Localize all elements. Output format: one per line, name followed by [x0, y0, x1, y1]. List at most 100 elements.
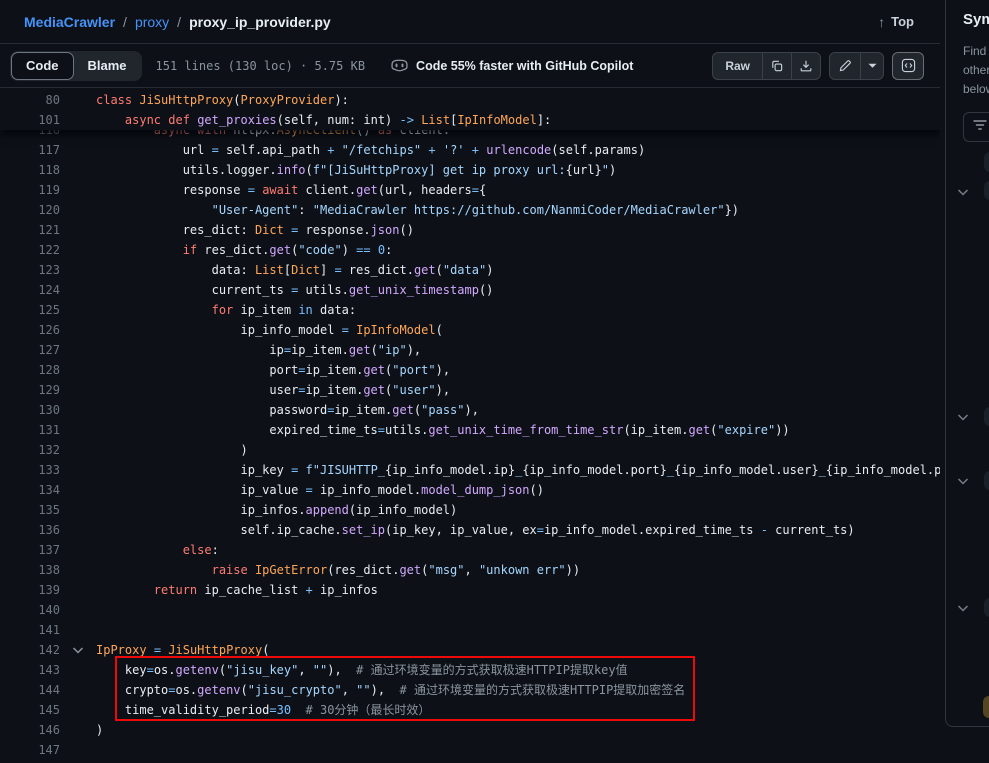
code-text: raise IpGetError(res_dict.get("msg", "un… [96, 560, 580, 580]
code-text: data: List[Dict] = res_dict.get("data") [96, 260, 493, 280]
symbol-chip[interactable] [984, 152, 989, 172]
line-number[interactable]: 123 [0, 260, 60, 280]
code-line: 129 user=ip_item.get("user"), [0, 380, 940, 400]
line-number[interactable]: 144 [0, 680, 60, 700]
breadcrumb-separator: / [123, 14, 127, 30]
line-number[interactable]: 145 [0, 700, 60, 720]
line-number[interactable]: 130 [0, 400, 60, 420]
line-number[interactable]: 128 [0, 360, 60, 380]
tab-blame[interactable]: Blame [74, 52, 141, 80]
scroll-to-top-label: Top [891, 14, 914, 29]
fold-toggle[interactable] [60, 646, 96, 655]
code-text: key=os.getenv("jisu_key", ""), # 通过环境变量的… [96, 660, 628, 680]
line-number[interactable]: 137 [0, 540, 60, 560]
code-text: ) [96, 720, 103, 740]
line-number[interactable]: 125 [0, 300, 60, 320]
file-view: MediaCrawler / proxy / proxy_ip_provider… [0, 0, 940, 763]
symbol-chip[interactable] [984, 407, 989, 426]
line-number[interactable]: 118 [0, 160, 60, 180]
code-text: password=ip_item.get("pass"), [96, 400, 479, 420]
code-text: self.ip_cache.set_ip(ip_key, ip_value, e… [96, 520, 855, 540]
copy-button[interactable] [762, 52, 792, 80]
line-number[interactable]: 129 [0, 380, 60, 400]
code-line: 136 self.ip_cache.set_ip(ip_key, ip_valu… [0, 520, 940, 540]
code-text: if res_dict.get("code") == 0: [96, 240, 392, 260]
chevron-down-icon[interactable] [957, 604, 969, 613]
line-number[interactable]: 135 [0, 500, 60, 520]
code-text: return ip_cache_list + ip_infos [96, 580, 378, 600]
code-line: 126 ip_info_model = IpInfoModel( [0, 320, 940, 340]
code-line: 137 else: [0, 540, 940, 560]
chevron-down-icon[interactable] [957, 413, 969, 422]
line-number[interactable]: 117 [0, 140, 60, 160]
line-number[interactable]: 127 [0, 340, 60, 360]
copilot-banner-label: Code 55% faster with GitHub Copilot [416, 59, 633, 73]
breadcrumb-repo-link[interactable]: MediaCrawler [24, 14, 115, 30]
code-text: ip_value = ip_info_model.model_dump_json… [96, 480, 544, 500]
line-number[interactable]: 122 [0, 240, 60, 260]
code-text: user=ip_item.get("user"), [96, 380, 450, 400]
line-number[interactable]: 124 [0, 280, 60, 300]
symbols-description-line: below or in the code. [963, 80, 989, 99]
line-number[interactable]: 119 [0, 180, 60, 200]
line-number[interactable]: 126 [0, 320, 60, 340]
symbol-chip-highlighted[interactable] [983, 696, 989, 718]
code-line: 134 ip_value = ip_info_model.model_dump_… [0, 480, 940, 500]
code-line: 101 async def get_proxies(self, num: int… [0, 110, 940, 130]
line-number[interactable]: 143 [0, 660, 60, 680]
chevron-down-icon[interactable] [957, 188, 969, 197]
line-number[interactable]: 80 [0, 90, 60, 110]
edit-button-group [829, 52, 884, 80]
code-text: async def get_proxies(self, num: int) ->… [96, 110, 551, 130]
code-line: 141 [0, 620, 940, 640]
code-text: time_validity_period=30 # 30分钟（最长时效） [96, 700, 430, 720]
breadcrumb-dir-link[interactable]: proxy [135, 14, 169, 30]
symbol-chip[interactable] [984, 471, 989, 490]
symbol-chip[interactable] [984, 181, 989, 200]
line-number[interactable]: 146 [0, 720, 60, 740]
line-number[interactable]: 101 [0, 110, 60, 130]
tab-code[interactable]: Code [11, 52, 74, 80]
filter-icon [973, 118, 987, 136]
code-line: 143 key=os.getenv("jisu_key", ""), # 通过环… [0, 660, 940, 680]
symbols-description-line: other symbols in this file by clicking a… [963, 61, 989, 80]
chevron-down-icon[interactable] [957, 477, 969, 486]
code-line: 132 ) [0, 440, 940, 460]
symbols-panel-toggle-button[interactable] [892, 52, 924, 80]
filter-symbols-button[interactable] [963, 112, 989, 142]
line-number[interactable]: 136 [0, 520, 60, 540]
line-number[interactable]: 121 [0, 220, 60, 240]
code-line: 118 utils.logger.info(f"[JiSuHttpProxy] … [0, 160, 940, 180]
edit-button[interactable] [829, 52, 861, 80]
code-text: expired_time_ts=utils.get_unix_time_from… [96, 420, 790, 440]
caret-down-icon [868, 63, 877, 69]
line-number[interactable]: 120 [0, 200, 60, 220]
edit-dropdown-button[interactable] [860, 52, 884, 80]
code-line: 145 time_validity_period=30 # 30分钟（最长时效） [0, 700, 940, 720]
copy-icon [770, 59, 784, 73]
line-number[interactable]: 142 [0, 640, 60, 660]
line-number[interactable]: 147 [0, 740, 60, 760]
line-number[interactable]: 134 [0, 480, 60, 500]
line-number[interactable]: 140 [0, 600, 60, 620]
code-text: "User-Agent": "MediaCrawler https://gith… [96, 200, 739, 220]
line-number[interactable]: 138 [0, 560, 60, 580]
code-line: 142IpProxy = JiSuHttpProxy( [0, 640, 940, 660]
file-toolbar: Code Blame 151 lines (130 loc) · 5.75 KB… [0, 44, 940, 88]
symbols-panel-description: Find definitions and references for func… [963, 42, 989, 99]
code-line: 144 crypto=os.getenv("jisu_crypto", ""),… [0, 680, 940, 700]
copilot-icon [391, 56, 408, 76]
download-button[interactable] [791, 52, 821, 80]
line-number[interactable]: 132 [0, 440, 60, 460]
symbols-panel-title: Symbols [963, 11, 989, 28]
line-number[interactable]: 141 [0, 620, 60, 640]
line-number[interactable]: 139 [0, 580, 60, 600]
symbol-chip[interactable] [984, 598, 989, 617]
fold-chevron-icon[interactable] [72, 646, 84, 655]
copilot-banner[interactable]: Code 55% faster with GitHub Copilot [391, 56, 633, 76]
line-number[interactable]: 133 [0, 460, 60, 480]
scroll-to-top-button[interactable]: ↑ Top [878, 14, 914, 30]
raw-button[interactable]: Raw [712, 52, 763, 80]
code-line: 121 res_dict: Dict = response.json() [0, 220, 940, 240]
line-number[interactable]: 131 [0, 420, 60, 440]
